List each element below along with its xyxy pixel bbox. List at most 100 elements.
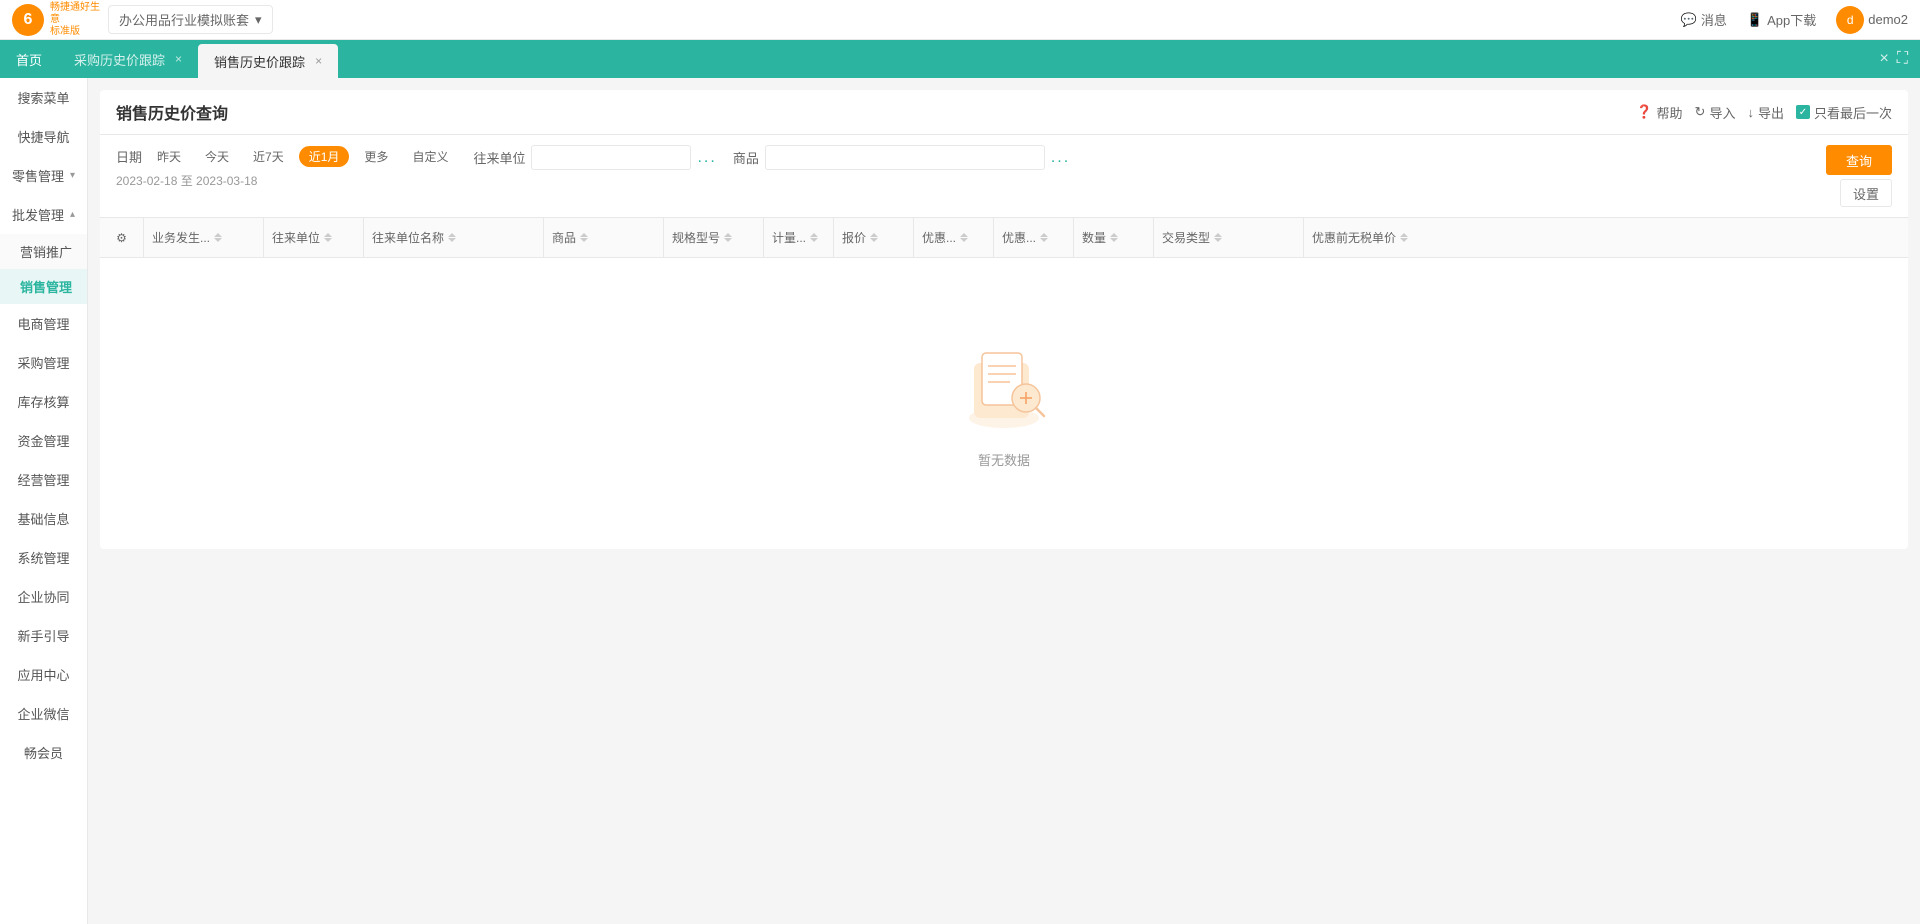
sidebar-item-inventory[interactable]: 库存核算: [0, 382, 87, 421]
filter-right-actions: 查询 设置: [1826, 145, 1892, 207]
import-button[interactable]: ↻ 导入: [1695, 103, 1736, 122]
counterpart-select-icon[interactable]: ...: [697, 149, 716, 167]
date-btn-custom[interactable]: 自定义: [403, 145, 457, 168]
only-last-label: 只看最后一次: [1814, 103, 1892, 122]
counterpart-input[interactable]: [531, 145, 691, 170]
sidebar-item-wechat[interactable]: 企业微信: [0, 694, 87, 733]
th-counterpart-name-sort: [448, 233, 456, 242]
avatar: d: [1836, 6, 1864, 34]
th-no-tax-price[interactable]: 优惠前无税单价: [1304, 218, 1908, 257]
sidebar-wechat-label: 企业微信: [17, 704, 69, 723]
date-btn-yesterday[interactable]: 昨天: [148, 145, 190, 168]
sidebar-item-retail[interactable]: 零售管理 ▾: [0, 156, 87, 195]
sidebar-purchase-label: 采购管理: [17, 353, 69, 372]
th-unit[interactable]: 计量...: [764, 218, 834, 257]
tab-bar-right: × ⛶: [1879, 50, 1920, 68]
th-biz-date-sort: [214, 233, 222, 242]
date-range: 2023-02-18 至 2023-03-18: [116, 172, 457, 189]
th-discount1[interactable]: 优惠...: [914, 218, 994, 257]
tab-purchase-history[interactable]: 采购历史价跟踪 ×: [58, 40, 198, 78]
date-btn-7days[interactable]: 近7天: [244, 145, 293, 168]
th-counterpart-name[interactable]: 往来单位名称: [364, 218, 544, 257]
tab-bar: 首页 采购历史价跟踪 × 销售历史价跟踪 × × ⛶: [0, 40, 1920, 78]
user-button[interactable]: d demo2: [1836, 6, 1908, 34]
th-settings[interactable]: ⚙: [100, 218, 144, 257]
sidebar-item-basic[interactable]: 基础信息: [0, 499, 87, 538]
th-counterpart-code-sort: [324, 233, 332, 242]
sidebar-item-enterprise[interactable]: 企业协同: [0, 577, 87, 616]
sidebar-item-guide[interactable]: 新手引导: [0, 616, 87, 655]
logo-icon: 6: [12, 4, 44, 36]
top-right: 💬 消息 📱 App下载 d demo2: [1681, 6, 1908, 34]
goods-label: 商品: [733, 148, 759, 167]
sidebar-child-sales[interactable]: 销售管理: [0, 269, 87, 304]
filter-bar: 日期 昨天 今天 近7天 近1月 更多 自定义 2023-02-18 至 202…: [100, 135, 1908, 218]
sidebar-item-apps[interactable]: 应用中心: [0, 655, 87, 694]
page-title-bar: 销售历史价查询 ❓ 帮助 ↻ 导入 ↓ 导出 ✓ 只看最后一次: [100, 90, 1908, 135]
sidebar-guide-label: 新手引导: [17, 626, 69, 645]
company-selector[interactable]: 办公用品行业模拟账套 ▾: [108, 5, 273, 34]
app-label: App下载: [1767, 10, 1816, 29]
date-btn-1month[interactable]: 近1月: [299, 146, 350, 167]
help-button[interactable]: ❓ 帮助: [1636, 103, 1682, 122]
sidebar-member-label: 畅会员: [24, 743, 63, 762]
tab-home[interactable]: 首页: [0, 40, 58, 78]
fullscreen-btn[interactable]: ⛶: [1897, 50, 1908, 68]
export-button[interactable]: ↓ 导出: [1747, 103, 1784, 122]
th-spec[interactable]: 规格型号: [664, 218, 764, 257]
goods-filter-group: 商品 ...: [733, 145, 1070, 170]
th-quote-sort: [870, 233, 878, 242]
date-btn-today[interactable]: 今天: [196, 145, 238, 168]
th-qty[interactable]: 数量: [1074, 218, 1154, 257]
app-download-button[interactable]: 📱 App下载: [1747, 10, 1816, 29]
th-discount2[interactable]: 优惠...: [994, 218, 1074, 257]
sidebar-item-search[interactable]: 搜索菜单: [0, 78, 87, 117]
setting-button[interactable]: 设置: [1840, 179, 1892, 207]
sidebar-child-marketing[interactable]: 营销推广: [0, 234, 87, 269]
wholesale-arrow-icon: ▴: [70, 209, 75, 220]
goods-input[interactable]: [765, 145, 1045, 170]
tab-purchase-close-icon[interactable]: ×: [175, 52, 182, 66]
sidebar-sales-label: 销售管理: [20, 280, 72, 295]
goods-select-icon[interactable]: ...: [1051, 149, 1070, 167]
sidebar-enterprise-label: 企业协同: [17, 587, 69, 606]
sidebar-search-label: 搜索菜单: [17, 88, 69, 107]
sidebar-item-finance[interactable]: 资金管理: [0, 421, 87, 460]
query-button[interactable]: 查询: [1826, 145, 1892, 175]
close-tab-btn[interactable]: ×: [1879, 50, 1888, 68]
logo-area: 6 畅捷通好生意 标准版: [12, 2, 100, 38]
sidebar-item-ecommerce[interactable]: 电商管理: [0, 304, 87, 343]
sidebar-retail-label: 零售管理: [12, 166, 64, 185]
message-button[interactable]: 💬 消息: [1681, 10, 1727, 29]
settings-icon: ⚙: [116, 231, 127, 245]
logo-subtitle2: 标准版: [50, 26, 100, 38]
sidebar-item-operations[interactable]: 经营管理: [0, 460, 87, 499]
sidebar-wholesale-children: 营销推广 销售管理: [0, 234, 87, 304]
th-quote-label: 报价: [842, 229, 866, 246]
sidebar-item-wholesale[interactable]: 批发管理 ▴: [0, 195, 87, 234]
counterpart-filter-group: 往来单位 ...: [473, 145, 716, 170]
sidebar-inventory-label: 库存核算: [17, 392, 69, 411]
tab-sales-close-icon[interactable]: ×: [315, 54, 322, 68]
date-btn-more[interactable]: 更多: [355, 145, 397, 168]
sidebar-item-member[interactable]: 畅会员: [0, 733, 87, 772]
sidebar-item-quick-nav[interactable]: 快捷导航: [0, 117, 87, 156]
th-trade-type[interactable]: 交易类型: [1154, 218, 1304, 257]
sidebar-ecommerce-label: 电商管理: [17, 314, 69, 333]
message-icon: 💬: [1681, 12, 1697, 28]
sidebar-item-system[interactable]: 系统管理: [0, 538, 87, 577]
tab-sales-history[interactable]: 销售历史价跟踪 ×: [198, 44, 338, 78]
th-qty-sort: [1110, 233, 1118, 242]
only-last-checkbox[interactable]: ✓ 只看最后一次: [1796, 103, 1892, 122]
sidebar: 搜索菜单 快捷导航 零售管理 ▾ 批发管理 ▴ 营销推广 销售管理 电商管理 采…: [0, 78, 88, 924]
date-label: 日期: [116, 147, 142, 166]
th-no-tax-price-label: 优惠前无税单价: [1312, 229, 1396, 246]
th-quote[interactable]: 报价: [834, 218, 914, 257]
avatar-text: d: [1847, 13, 1854, 27]
main-layout: 搜索菜单 快捷导航 零售管理 ▾ 批发管理 ▴ 营销推广 销售管理 电商管理 采…: [0, 78, 1920, 924]
th-biz-date[interactable]: 业务发生...: [144, 218, 264, 257]
th-goods[interactable]: 商品: [544, 218, 664, 257]
sidebar-item-purchase[interactable]: 采购管理: [0, 343, 87, 382]
th-counterpart-code[interactable]: 往来单位: [264, 218, 364, 257]
th-trade-type-sort: [1214, 233, 1222, 242]
